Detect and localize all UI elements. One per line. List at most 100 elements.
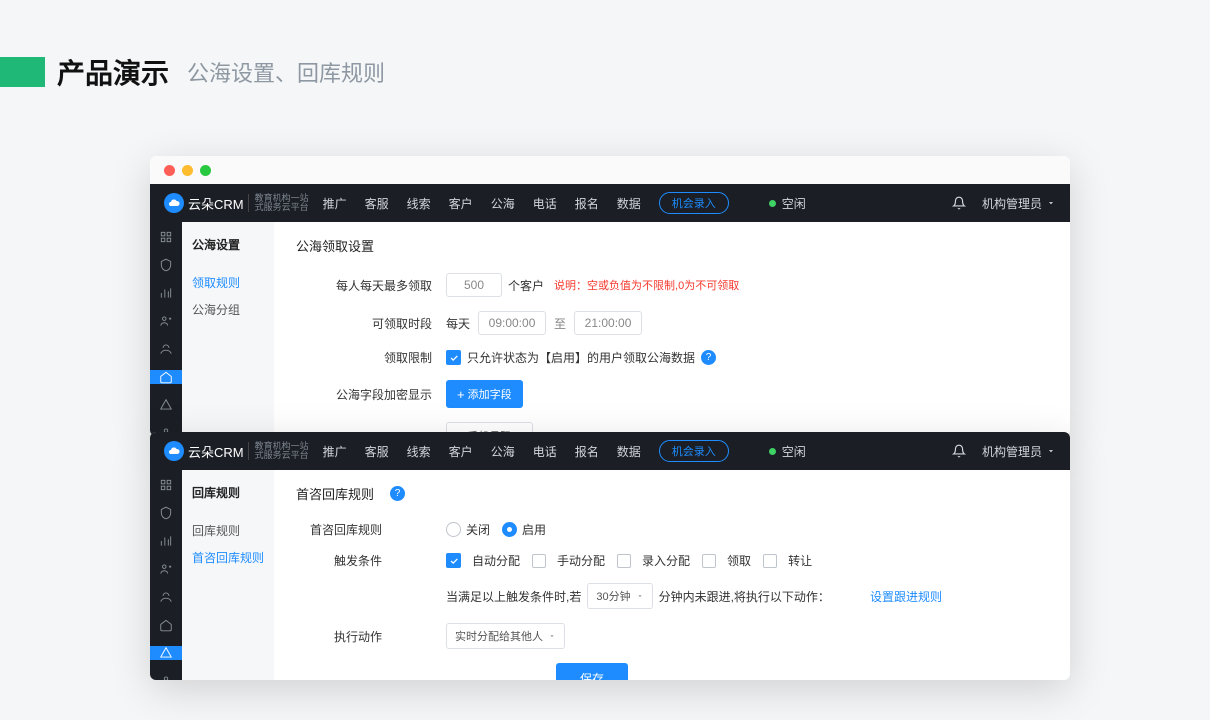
nav-2[interactable]: 线索 <box>407 443 431 460</box>
top-nav: 推广 客服 线索 客户 公海 电话 报名 数据 机会录入 <box>323 440 729 462</box>
subnav: 回库规则 回库规则 首咨回库规则 <box>182 470 274 680</box>
input-daily-max[interactable] <box>446 273 502 297</box>
note-text: 空或负值为不限制,0为不可领取 <box>587 280 739 292</box>
nav-pill[interactable]: 机会录入 <box>659 440 729 462</box>
nav-1[interactable]: 客服 <box>365 195 389 212</box>
checkbox-restrict[interactable] <box>446 350 461 365</box>
content-title: 公海领取设置 <box>296 236 1048 255</box>
rail-3[interactable] <box>150 286 182 300</box>
help-icon[interactable]: ? <box>390 486 405 501</box>
rail-5[interactable] <box>150 590 182 604</box>
nav-4[interactable]: 公海 <box>491 443 515 460</box>
subnav-item-1[interactable]: 首咨回库规则 <box>192 544 264 571</box>
rail-8[interactable] <box>150 674 182 680</box>
nav-0[interactable]: 推广 <box>323 195 347 212</box>
nav-5[interactable]: 电话 <box>533 443 557 460</box>
input-time-from[interactable] <box>478 311 546 335</box>
nav-6[interactable]: 报名 <box>575 195 599 212</box>
radio-on[interactable]: 启用 <box>502 521 546 538</box>
icon-rail <box>150 470 182 680</box>
subnav-title: 回库规则 <box>192 484 264 501</box>
label-encrypt: 公海字段加密显示 <box>296 386 446 403</box>
nav-7[interactable]: 数据 <box>617 195 641 212</box>
top-nav: 推广 客服 线索 客户 公海 电话 报名 数据 机会录入 <box>323 192 729 214</box>
select-minutes[interactable]: 30分钟 <box>587 583 652 609</box>
rail-6[interactable] <box>150 618 182 632</box>
cond-post: 分钟内未跟进,将执行以下动作： <box>659 588 830 605</box>
content: 公海领取设置 每人每天最多领取 个客户 说明：空或负值为不限制,0为不可领取 可… <box>274 222 1070 436</box>
help-icon[interactable]: ? <box>701 350 716 365</box>
rail-1[interactable] <box>150 230 182 244</box>
rail-2[interactable] <box>150 506 182 520</box>
cond-pre: 当满足以上触发条件时,若 <box>446 588 581 605</box>
titlebar <box>150 156 1070 184</box>
nav-5[interactable]: 电话 <box>533 195 557 212</box>
nav-pill[interactable]: 机会录入 <box>659 192 729 214</box>
subnav-item-1[interactable]: 公海分组 <box>192 296 264 323</box>
cb-opt-3[interactable]: 领取 <box>702 552 751 569</box>
cb-opt-0[interactable]: 自动分配 <box>446 552 520 569</box>
unit-text: 个客户 <box>508 277 544 294</box>
rail-3[interactable] <box>150 534 182 548</box>
logo: 云朵CRM 教育机构一站式服务云平台 <box>164 193 309 213</box>
label-rule-toggle: 首咨回库规则 <box>296 521 396 538</box>
label-trigger: 触发条件 <box>296 552 396 569</box>
subnav: 公海设置 领取规则 公海分组 <box>182 222 274 436</box>
cloud-icon <box>164 193 184 213</box>
nav-0[interactable]: 推广 <box>323 443 347 460</box>
nav-3[interactable]: 客户 <box>449 195 473 212</box>
slide-title: 产品演示 <box>57 52 169 92</box>
status: 空闲 <box>769 195 806 212</box>
slide-subtitle: 公海设置、回库规则 <box>187 56 385 88</box>
logo-sub: 教育机构一站式服务云平台 <box>248 442 309 460</box>
label-action: 执行动作 <box>296 628 396 645</box>
topbar-2: 云朵CRM 教育机构一站式服务云平台 推广 客服 线索 客户 公海 电话 报名 … <box>150 432 1070 470</box>
input-time-to[interactable] <box>574 311 642 335</box>
rail-4[interactable] <box>150 314 182 328</box>
chevron-down-icon <box>1046 446 1056 456</box>
nav-6[interactable]: 报名 <box>575 443 599 460</box>
rail-1[interactable] <box>150 478 182 492</box>
chevron-down-icon <box>1046 198 1056 208</box>
user-menu[interactable]: 机构管理员 <box>982 195 1056 212</box>
logo: 云朵CRM 教育机构一站式服务云平台 <box>164 441 309 461</box>
chevron-down-icon <box>636 592 644 600</box>
status: 空闲 <box>769 443 806 460</box>
rail-2[interactable] <box>150 258 182 272</box>
restrict-text: 只允许状态为【启用】的用户领取公海数据 <box>467 349 695 366</box>
chevron-down-icon <box>548 632 556 640</box>
rail-6-active[interactable] <box>150 370 182 384</box>
nav-1[interactable]: 客服 <box>365 443 389 460</box>
cb-opt-4[interactable]: 转让 <box>763 552 812 569</box>
content-title: 首咨回库规则? <box>296 484 1048 503</box>
rail-7-active[interactable] <box>150 646 182 660</box>
label-restrict: 领取限制 <box>296 349 446 366</box>
add-field-button[interactable]: +添加字段 <box>446 380 523 408</box>
cb-opt-1[interactable]: 手动分配 <box>532 552 605 569</box>
nav-2[interactable]: 线索 <box>407 195 431 212</box>
nav-4[interactable]: 公海 <box>491 195 515 212</box>
cloud-icon <box>164 441 184 461</box>
topbar: 云朵CRM 教育机构一站式服务云平台 推广 客服 线索 客户 公海 电话 报名 … <box>150 184 1070 222</box>
nav-7[interactable]: 数据 <box>617 443 641 460</box>
nav-3[interactable]: 客户 <box>449 443 473 460</box>
rail-7[interactable] <box>150 398 182 412</box>
window-return-rules: 云朵CRM 教育机构一站式服务云平台 推广 客服 线索 客户 公海 电话 报名 … <box>150 432 1070 680</box>
select-action[interactable]: 实时分配给其他人 <box>446 623 565 649</box>
link-followup[interactable]: 设置跟进规则 <box>870 588 942 605</box>
bell-icon[interactable] <box>952 444 966 458</box>
cb-opt-2[interactable]: 录入分配 <box>617 552 690 569</box>
content: 首咨回库规则? 首咨回库规则 关闭 启用 触发条件 自动分配 手动分配 录入分配… <box>274 470 1070 680</box>
rail-4[interactable] <box>150 562 182 576</box>
radio-off[interactable]: 关闭 <box>446 521 490 538</box>
subnav-item-0[interactable]: 回库规则 <box>192 517 264 544</box>
logo-text: 云朵CRM <box>188 442 244 461</box>
slide-accent <box>0 57 45 87</box>
subnav-title: 公海设置 <box>192 236 264 253</box>
save-button[interactable]: 保存 <box>556 663 628 680</box>
daily-text: 每天 <box>446 315 470 332</box>
subnav-item-0[interactable]: 领取规则 <box>192 269 264 296</box>
bell-icon[interactable] <box>952 196 966 210</box>
rail-5[interactable] <box>150 342 182 356</box>
user-menu[interactable]: 机构管理员 <box>982 443 1056 460</box>
